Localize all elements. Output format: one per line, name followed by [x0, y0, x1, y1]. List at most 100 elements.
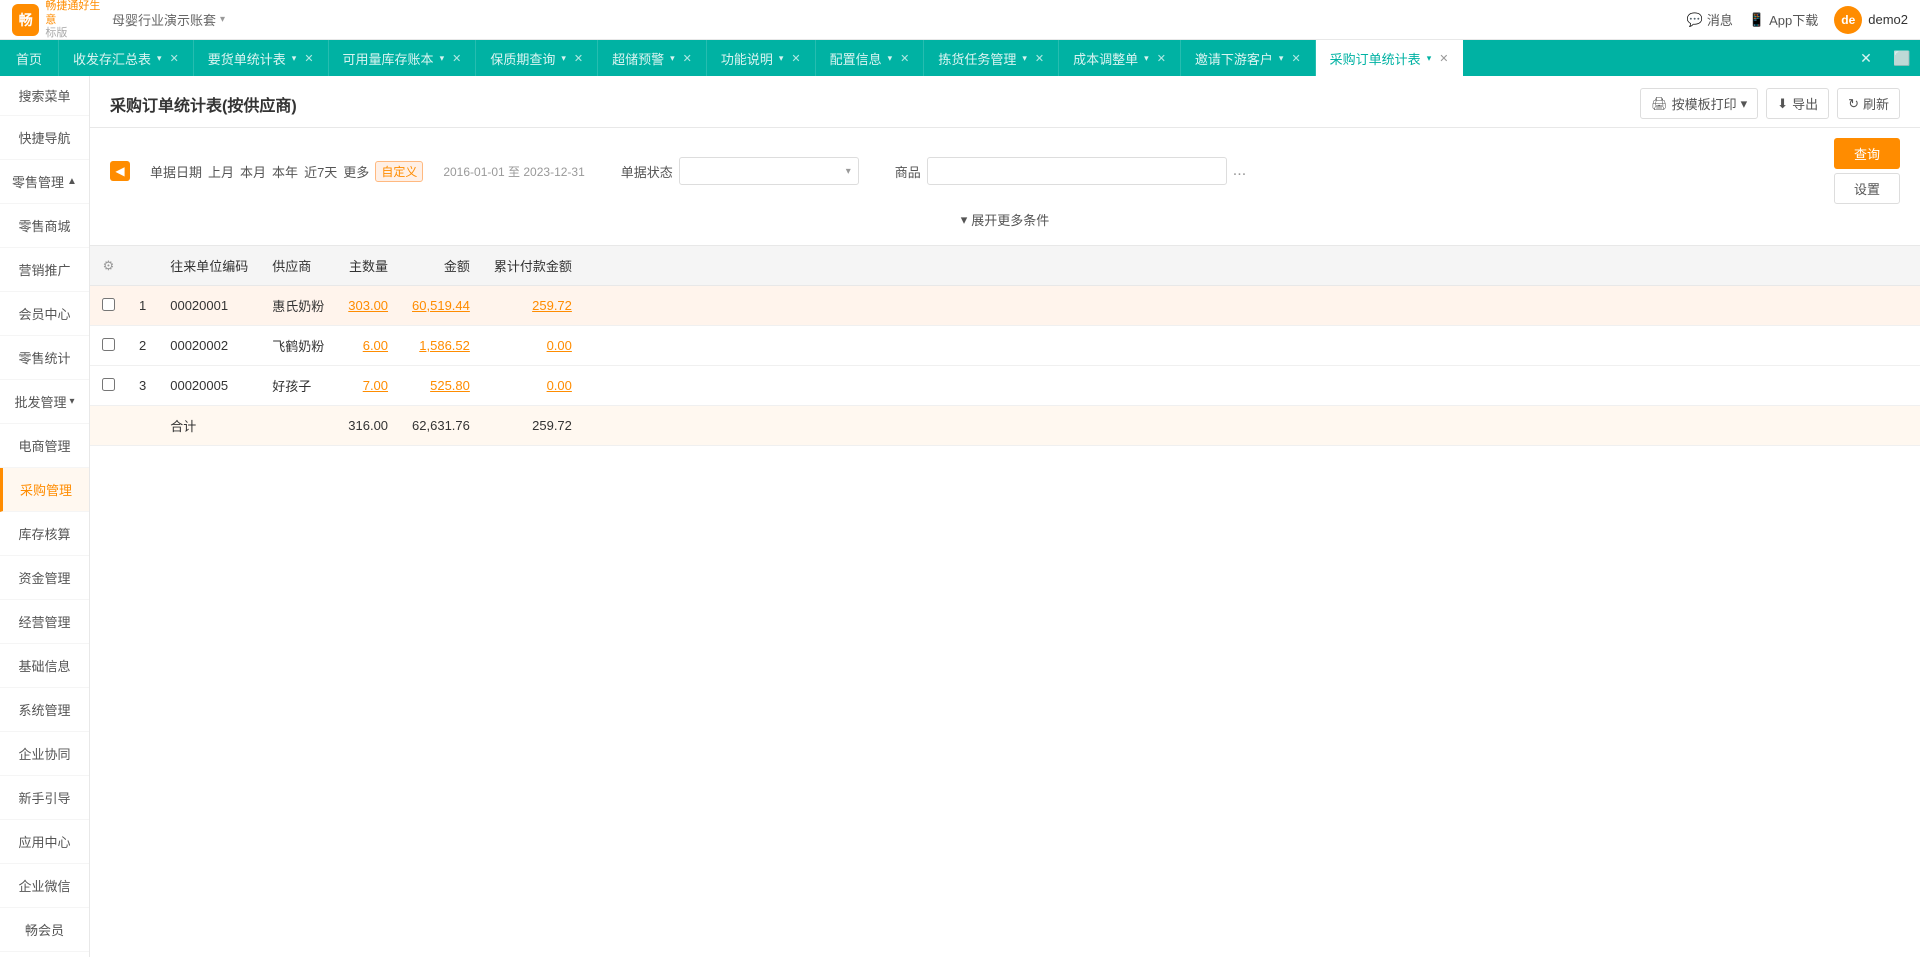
goods-input[interactable]: [927, 157, 1227, 185]
sidebar-item-marketing[interactable]: 营销推广: [0, 248, 89, 292]
sidebar-item-finance-mgmt[interactable]: 资金管理: [0, 556, 89, 600]
template-print-button[interactable]: 🖨 按模板打印 ▾: [1640, 88, 1758, 119]
tab-pick-task[interactable]: 拣货任务管理 ▾ ✕: [924, 40, 1059, 76]
top-right-actions: 💬 消息 📱 App下载 de demo2: [1687, 6, 1908, 34]
tab-cost-adjust[interactable]: 成本调整单 ▾ ✕: [1059, 40, 1181, 76]
sidebar-item-basic-info[interactable]: 基础信息: [0, 644, 89, 688]
close-icon[interactable]: ✕: [683, 52, 692, 65]
row-extra: [584, 366, 1920, 406]
close-icon[interactable]: ✕: [791, 52, 800, 65]
search-button[interactable]: 查询: [1834, 138, 1900, 169]
refresh-button[interactable]: ↻ 刷新: [1837, 88, 1900, 119]
shortcut-this-month[interactable]: 本月: [240, 162, 266, 181]
tab-dropdown-icon: ▾: [779, 53, 784, 64]
row-amount: 1,586.52: [400, 326, 482, 366]
tab-warranty-query[interactable]: 保质期查询 ▾ ✕: [476, 40, 598, 76]
close-icon[interactable]: ✕: [1035, 52, 1044, 65]
shortcut-more[interactable]: 更多: [343, 162, 369, 181]
row-checkbox[interactable]: [90, 366, 127, 406]
th-main-qty: 主数量: [336, 246, 400, 286]
close-icon[interactable]: ✕: [1157, 52, 1166, 65]
breadcrumb-selector[interactable]: 母婴行业演示账套 ▾: [112, 10, 225, 29]
table-row[interactable]: 1 00020001 惠氏奶粉 303.00 60,519.44 259.72: [90, 286, 1920, 326]
settings-button[interactable]: 设置: [1834, 173, 1900, 204]
date-filter-label: 单据日期: [150, 162, 202, 181]
tab-home[interactable]: 首页: [0, 40, 59, 76]
tab-available-stock[interactable]: 可用量库存账本 ▾ ✕: [329, 40, 477, 76]
sidebar-item-inventory-check[interactable]: 库存核算: [0, 512, 89, 556]
close-icon[interactable]: ✕: [1291, 52, 1300, 65]
close-icon[interactable]: ✕: [574, 52, 583, 65]
tab-overstock-warning[interactable]: 超储预警 ▾ ✕: [598, 40, 707, 76]
tab-function-desc[interactable]: 功能说明 ▾ ✕: [707, 40, 816, 76]
table-row[interactable]: 3 00020005 好孩子 7.00 525.80 0.00: [90, 366, 1920, 406]
sidebar-item-retail-stats[interactable]: 零售统计: [0, 336, 89, 380]
app-download-button[interactable]: 📱 App下载: [1749, 10, 1818, 29]
sidebar-search[interactable]: 搜索菜单: [0, 76, 89, 116]
sidebar-item-enterprise-wechat[interactable]: 企业微信: [0, 864, 89, 908]
logo-text: 畅捷通好生意 标版: [45, 0, 102, 40]
table-settings-icon[interactable]: ⚙: [103, 258, 115, 273]
status-select[interactable]: 全部 待审核 已审核 已完成 已取消: [679, 157, 859, 185]
filter-collapse-button[interactable]: ◀: [110, 161, 130, 181]
dropdown-arrow-icon: ▾: [1741, 96, 1748, 112]
date-custom-badge[interactable]: 自定义: [375, 161, 423, 182]
goods-more-button[interactable]: ...: [1233, 162, 1246, 180]
row-paid-amount: 0.00: [482, 326, 584, 366]
tab-order-summary[interactable]: 要货单统计表 ▾ ✕: [194, 40, 329, 76]
sidebar-item-vip-member[interactable]: 畅会员: [0, 908, 89, 952]
row-checkbox[interactable]: [90, 326, 127, 366]
breadcrumb[interactable]: 母婴行业演示账套 ▾: [102, 10, 1687, 29]
tab-purchase-order-summary[interactable]: 采购订单统计表 ▾ ✕: [1316, 40, 1464, 76]
sidebar-item-ecommerce-mgmt[interactable]: 电商管理: [0, 424, 89, 468]
close-icon[interactable]: ✕: [304, 52, 313, 65]
window-maximize-button[interactable]: ⬜: [1884, 40, 1920, 76]
filter-area: ◀ 单据日期 上月 本月 本年 近7天 更多 自定义 2016-01-01 至 …: [90, 128, 1920, 246]
close-icon[interactable]: ✕: [452, 52, 461, 65]
sidebar-item-purchase-mgmt[interactable]: 采购管理: [0, 468, 89, 512]
tab-receive-summary[interactable]: 收发存汇总表 ▾ ✕: [59, 40, 194, 76]
filter-date-item: 单据日期 上月 本月 本年 近7天 更多 自定义: [150, 161, 423, 182]
table-row[interactable]: 2 00020002 飞鹤奶粉 6.00 1,586.52 0.00: [90, 326, 1920, 366]
sidebar-item-enterprise-collab[interactable]: 企业协同: [0, 732, 89, 776]
sidebar-item-retail-mall[interactable]: 零售商城: [0, 204, 89, 248]
row-index: 3: [127, 366, 158, 406]
row-main-qty: 7.00: [336, 366, 400, 406]
tab-dropdown-icon: ▾: [670, 53, 675, 64]
sidebar-item-wholesale-mgmt[interactable]: 批发管理 ▾: [0, 380, 89, 424]
message-icon: 💬: [1687, 12, 1703, 28]
row-supplier: 好孩子: [260, 366, 336, 406]
date-shortcuts: 上月 本月 本年 近7天 更多 自定义: [208, 161, 423, 182]
th-extra: [584, 246, 1920, 286]
row-index: 2: [127, 326, 158, 366]
breadcrumb-arrow-icon: ▾: [220, 14, 225, 25]
sidebar-item-new-guide[interactable]: 新手引导: [0, 776, 89, 820]
message-button[interactable]: 💬 消息: [1687, 10, 1733, 29]
footer-supplier-empty: [260, 406, 336, 446]
sidebar-item-system-mgmt[interactable]: 系统管理: [0, 688, 89, 732]
export-button[interactable]: ⬇ 导出: [1766, 88, 1829, 119]
row-extra: [584, 286, 1920, 326]
close-icon[interactable]: ✕: [170, 52, 179, 65]
sidebar-quick-nav[interactable]: 快捷导航: [0, 116, 89, 160]
th-index: [127, 246, 158, 286]
shortcut-last-month[interactable]: 上月: [208, 162, 234, 181]
row-checkbox[interactable]: [90, 286, 127, 326]
sidebar-item-app-center[interactable]: 应用中心: [0, 820, 89, 864]
user-profile[interactable]: de demo2: [1834, 6, 1908, 34]
sidebar-item-operations-mgmt[interactable]: 经营管理: [0, 600, 89, 644]
close-icon[interactable]: ✕: [1439, 52, 1448, 65]
window-close-button[interactable]: ✕: [1848, 40, 1884, 76]
expand-more-button[interactable]: ▾ 展开更多条件: [961, 210, 1050, 229]
tab-dropdown-icon: ▾: [157, 53, 162, 64]
tab-config-info[interactable]: 配置信息 ▾ ✕: [816, 40, 925, 76]
date-range-text: 2016-01-01 至 2023-12-31: [443, 163, 584, 180]
tab-invite-downstream[interactable]: 邀请下游客户 ▾ ✕: [1181, 40, 1316, 76]
shortcut-7days[interactable]: 近7天: [304, 162, 337, 181]
sidebar-item-retail-mgmt[interactable]: 零售管理 ▲: [0, 160, 89, 204]
shortcut-this-year[interactable]: 本年: [272, 162, 298, 181]
row-main-qty: 303.00: [336, 286, 400, 326]
footer-main-qty: 316.00: [336, 406, 400, 446]
sidebar-item-member-center[interactable]: 会员中心: [0, 292, 89, 336]
close-icon[interactable]: ✕: [900, 52, 909, 65]
